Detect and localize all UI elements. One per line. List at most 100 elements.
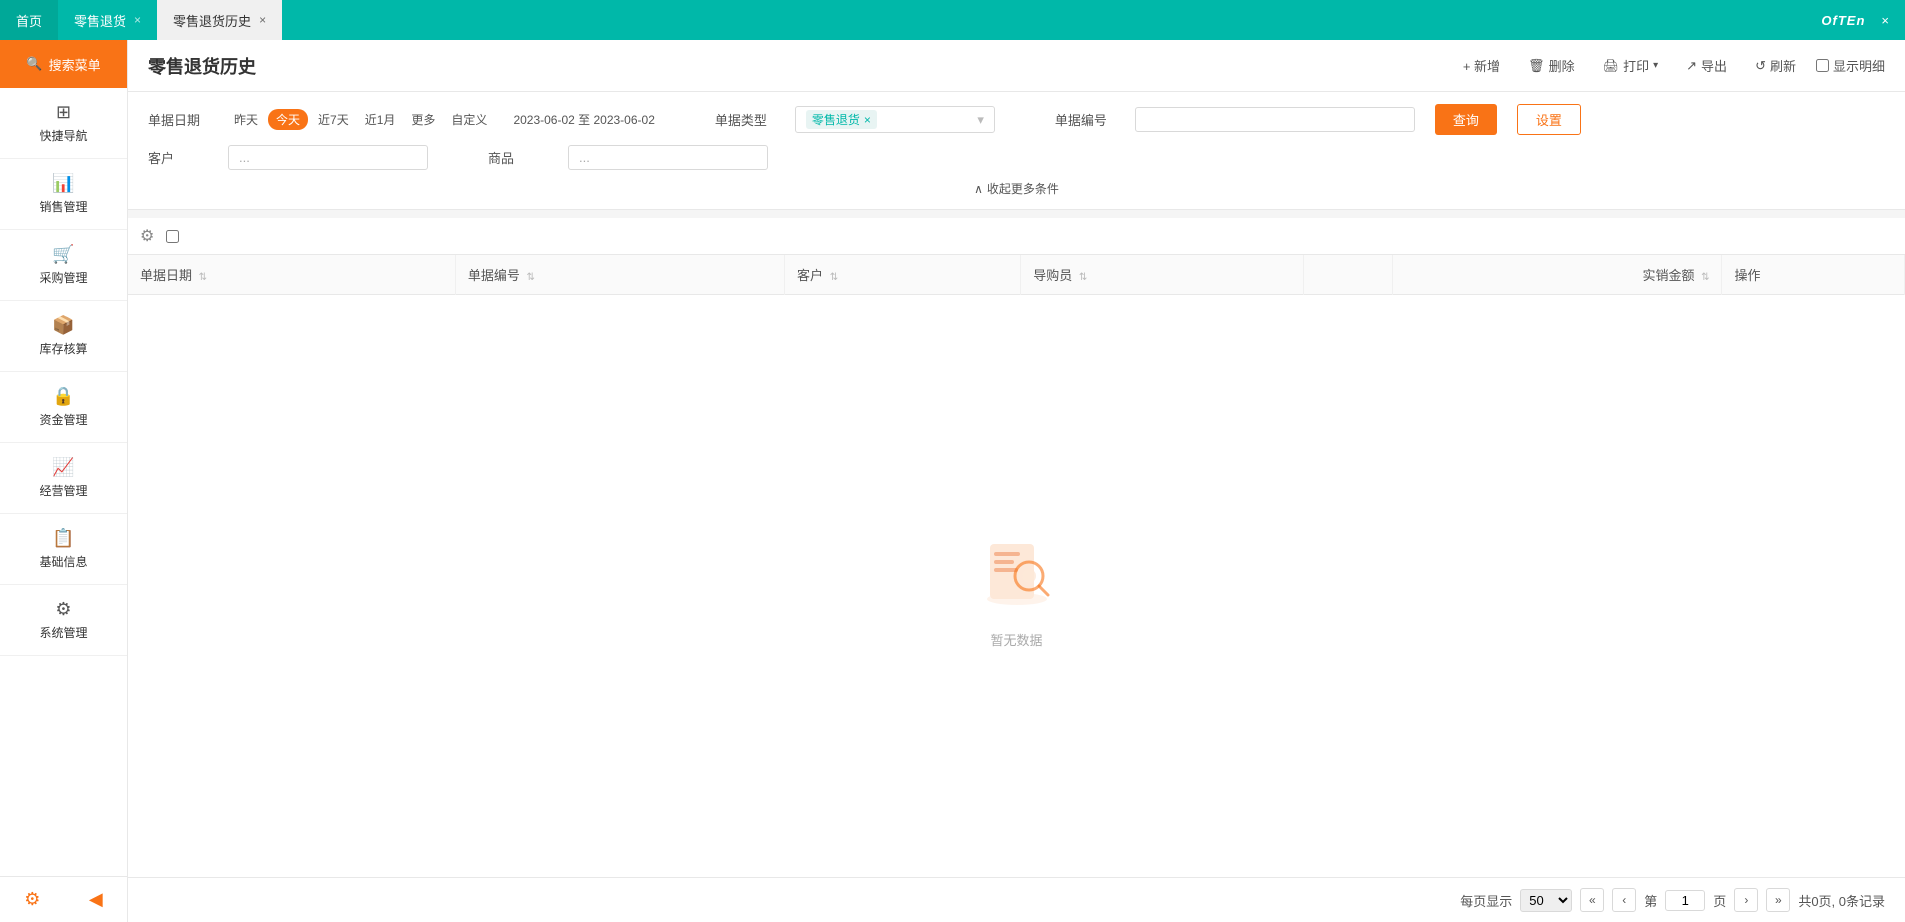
sidebar-item-inventory[interactable]: 📦 库存核算 bbox=[0, 301, 127, 372]
sidebar-settings-btn[interactable]: ⚙ bbox=[24, 889, 40, 910]
col-customer-label: 客户 bbox=[797, 268, 823, 283]
setting-btn[interactable]: 设置 bbox=[1517, 104, 1581, 135]
col-ops-label: 操作 bbox=[1734, 268, 1760, 283]
table-area: ⚙ 单据日期 ⇅ 单据编号 ⇅ 客户 bbox=[128, 218, 1905, 877]
sidebar-item-basic-info-label: 基础信息 bbox=[39, 553, 87, 570]
type-tag-value: 零售退货 bbox=[812, 111, 860, 128]
col-customer-sort-icon: ⇅ bbox=[830, 272, 838, 283]
print-btn[interactable]: 🖨 打印 ▾ bbox=[1595, 52, 1667, 79]
print-icon: 🖨 bbox=[1603, 58, 1620, 74]
query-btn[interactable]: 查询 bbox=[1435, 104, 1497, 135]
sidebar-item-finance[interactable]: 🔒 资金管理 bbox=[0, 372, 127, 443]
sidebar-collapse-btn[interactable]: ◀ bbox=[89, 889, 103, 910]
sidebar-item-system-mgmt[interactable]: ⚙ 系统管理 bbox=[0, 585, 127, 656]
page-first-btn[interactable]: « bbox=[1580, 888, 1604, 912]
sidebar-item-basic-info[interactable]: 📋 基础信息 bbox=[0, 514, 127, 585]
new-btn[interactable]: + 新增 bbox=[1455, 52, 1508, 79]
sidebar-item-sales-mgmt[interactable]: 📊 销售管理 bbox=[0, 159, 127, 230]
table-select-all[interactable] bbox=[166, 230, 179, 243]
date-7days[interactable]: 近7天 bbox=[312, 109, 355, 130]
table-header-row: 单据日期 ⇅ 单据编号 ⇅ 客户 ⇅ 导购员 ⇅ bbox=[128, 255, 1905, 295]
page-header: 零售退货历史 + 新增 🗑 删除 🖨 打印 ▾ ↗ 导出 ↺ bbox=[128, 40, 1905, 92]
type-filter-label: 单据类型 bbox=[715, 110, 775, 129]
export-btn[interactable]: ↗ 导出 bbox=[1678, 52, 1735, 79]
col-date-sort-icon: ⇅ bbox=[199, 272, 207, 283]
refresh-btn[interactable]: ↺ 刷新 bbox=[1747, 52, 1804, 79]
col-no-label: 单据编号 bbox=[468, 268, 520, 283]
delete-btn[interactable]: 🗑 删除 bbox=[1520, 52, 1583, 79]
page-prev-btn[interactable]: ‹ bbox=[1612, 888, 1636, 912]
header-actions: + 新增 🗑 删除 🖨 打印 ▾ ↗ 导出 ↺ 刷新 bbox=[1455, 52, 1885, 79]
total-info: 共0页, 0条记录 bbox=[1798, 891, 1885, 910]
print-label: 打印 bbox=[1623, 56, 1649, 75]
sales-icon: 📊 bbox=[52, 173, 74, 194]
tab-retail-return-history-close[interactable]: × bbox=[259, 13, 266, 27]
collapse-row: ∧ 收起更多条件 bbox=[148, 180, 1885, 197]
customer-input-area[interactable]: ... bbox=[228, 145, 428, 170]
sidebar-item-quick-nav[interactable]: ⊞ 快捷导航 bbox=[0, 88, 127, 159]
pagination-bar: 每页显示 10 20 50 100 « ‹ 第 页 › » 共0页, 0条记录 bbox=[128, 877, 1905, 922]
sidebar-bottom: ⚙ ◀ bbox=[0, 876, 127, 922]
sidebar-item-purchase-mgmt[interactable]: 🛒 采购管理 bbox=[0, 230, 127, 301]
tab-home[interactable]: 首页 bbox=[0, 0, 58, 40]
show-detail-label: 显示明细 bbox=[1833, 56, 1885, 75]
type-selector-chevron: ▾ bbox=[977, 112, 984, 128]
sidebar: 🔍 搜索菜单 ⊞ 快捷导航 📊 销售管理 🛒 采购管理 📦 库存核算 🔒 资金管… bbox=[0, 40, 128, 922]
col-date[interactable]: 单据日期 ⇅ bbox=[128, 255, 455, 295]
top-bar-right: OfTEn × bbox=[1821, 13, 1905, 28]
brand-name: OfTEn bbox=[1821, 13, 1865, 28]
export-icon: ↗ bbox=[1686, 58, 1697, 74]
type-tag-close[interactable]: × bbox=[864, 113, 871, 127]
sidebar-search-label: 搜索菜单 bbox=[49, 55, 101, 74]
purchase-icon: 🛒 bbox=[52, 244, 74, 265]
page-last-btn[interactable]: » bbox=[1766, 888, 1790, 912]
tab-home-label: 首页 bbox=[16, 11, 42, 30]
col-amount-label: 实销金额 bbox=[1642, 268, 1694, 283]
date-yesterday[interactable]: 昨天 bbox=[228, 109, 264, 130]
page-input[interactable] bbox=[1665, 890, 1705, 911]
col-date-label: 单据日期 bbox=[140, 268, 192, 283]
window-close-btn[interactable]: × bbox=[1881, 13, 1889, 28]
col-amount-sort-icon: ⇅ bbox=[1701, 272, 1709, 283]
show-detail-checkbox-label[interactable]: 显示明细 bbox=[1816, 56, 1885, 75]
date-today[interactable]: 今天 bbox=[268, 109, 308, 130]
col-guide-sort-icon: ⇅ bbox=[1079, 272, 1087, 283]
date-more[interactable]: 更多 bbox=[405, 109, 441, 130]
page-suffix: 页 bbox=[1713, 891, 1726, 910]
sidebar-item-operations-label: 经营管理 bbox=[39, 482, 87, 499]
table-gear-icon[interactable]: ⚙ bbox=[140, 226, 154, 246]
col-no-sort-icon: ⇅ bbox=[527, 272, 535, 283]
sidebar-item-sales-label: 销售管理 bbox=[39, 198, 87, 215]
col-customer[interactable]: 客户 ⇅ bbox=[785, 255, 1021, 295]
tab-retail-return[interactable]: 零售退货 × bbox=[58, 0, 157, 40]
sidebar-item-system-label: 系统管理 bbox=[39, 624, 87, 641]
show-detail-checkbox[interactable] bbox=[1816, 59, 1829, 72]
goods-input-area[interactable]: ... bbox=[568, 145, 768, 170]
date-1month[interactable]: 近1月 bbox=[359, 109, 402, 130]
sidebar-item-quick-nav-label: 快捷导航 bbox=[39, 127, 87, 144]
collapse-btn[interactable]: ∧ 收起更多条件 bbox=[148, 180, 1885, 197]
goods-filter-label: 商品 bbox=[488, 148, 548, 167]
date-range-display: 2023-06-02 至 2023-06-02 bbox=[513, 111, 654, 128]
tab-retail-return-history[interactable]: 零售退货历史 × bbox=[157, 0, 282, 40]
type-selector[interactable]: 零售退货 × ▾ bbox=[795, 106, 995, 133]
tab-retail-return-history-label: 零售退货历史 bbox=[173, 11, 251, 30]
top-bar: 首页 零售退货 × 零售退货历史 × OfTEn × bbox=[0, 0, 1905, 40]
print-chevron-icon: ▾ bbox=[1653, 60, 1658, 71]
inventory-icon: 📦 bbox=[52, 315, 74, 336]
col-guide[interactable]: 导购员 ⇅ bbox=[1021, 255, 1304, 295]
collapse-up-icon: ∧ bbox=[974, 182, 983, 196]
sidebar-item-purchase-label: 采购管理 bbox=[39, 269, 87, 286]
tab-retail-return-close[interactable]: × bbox=[134, 13, 141, 27]
page-next-btn[interactable]: › bbox=[1734, 888, 1758, 912]
sidebar-search[interactable]: 🔍 搜索菜单 bbox=[0, 40, 127, 88]
per-page-select[interactable]: 10 20 50 100 bbox=[1520, 889, 1572, 912]
col-no[interactable]: 单据编号 ⇅ bbox=[455, 255, 784, 295]
voucher-no-input[interactable] bbox=[1135, 107, 1415, 132]
date-custom[interactable]: 自定义 bbox=[445, 109, 493, 130]
content-area: 零售退货历史 + 新增 🗑 删除 🖨 打印 ▾ ↗ 导出 ↺ bbox=[128, 40, 1905, 922]
sidebar-item-operations[interactable]: 📈 经营管理 bbox=[0, 443, 127, 514]
col-amount[interactable]: 实销金额 ⇅ bbox=[1393, 255, 1722, 295]
collapse-label: 收起更多条件 bbox=[987, 180, 1059, 197]
type-tag: 零售退货 × bbox=[806, 110, 877, 129]
